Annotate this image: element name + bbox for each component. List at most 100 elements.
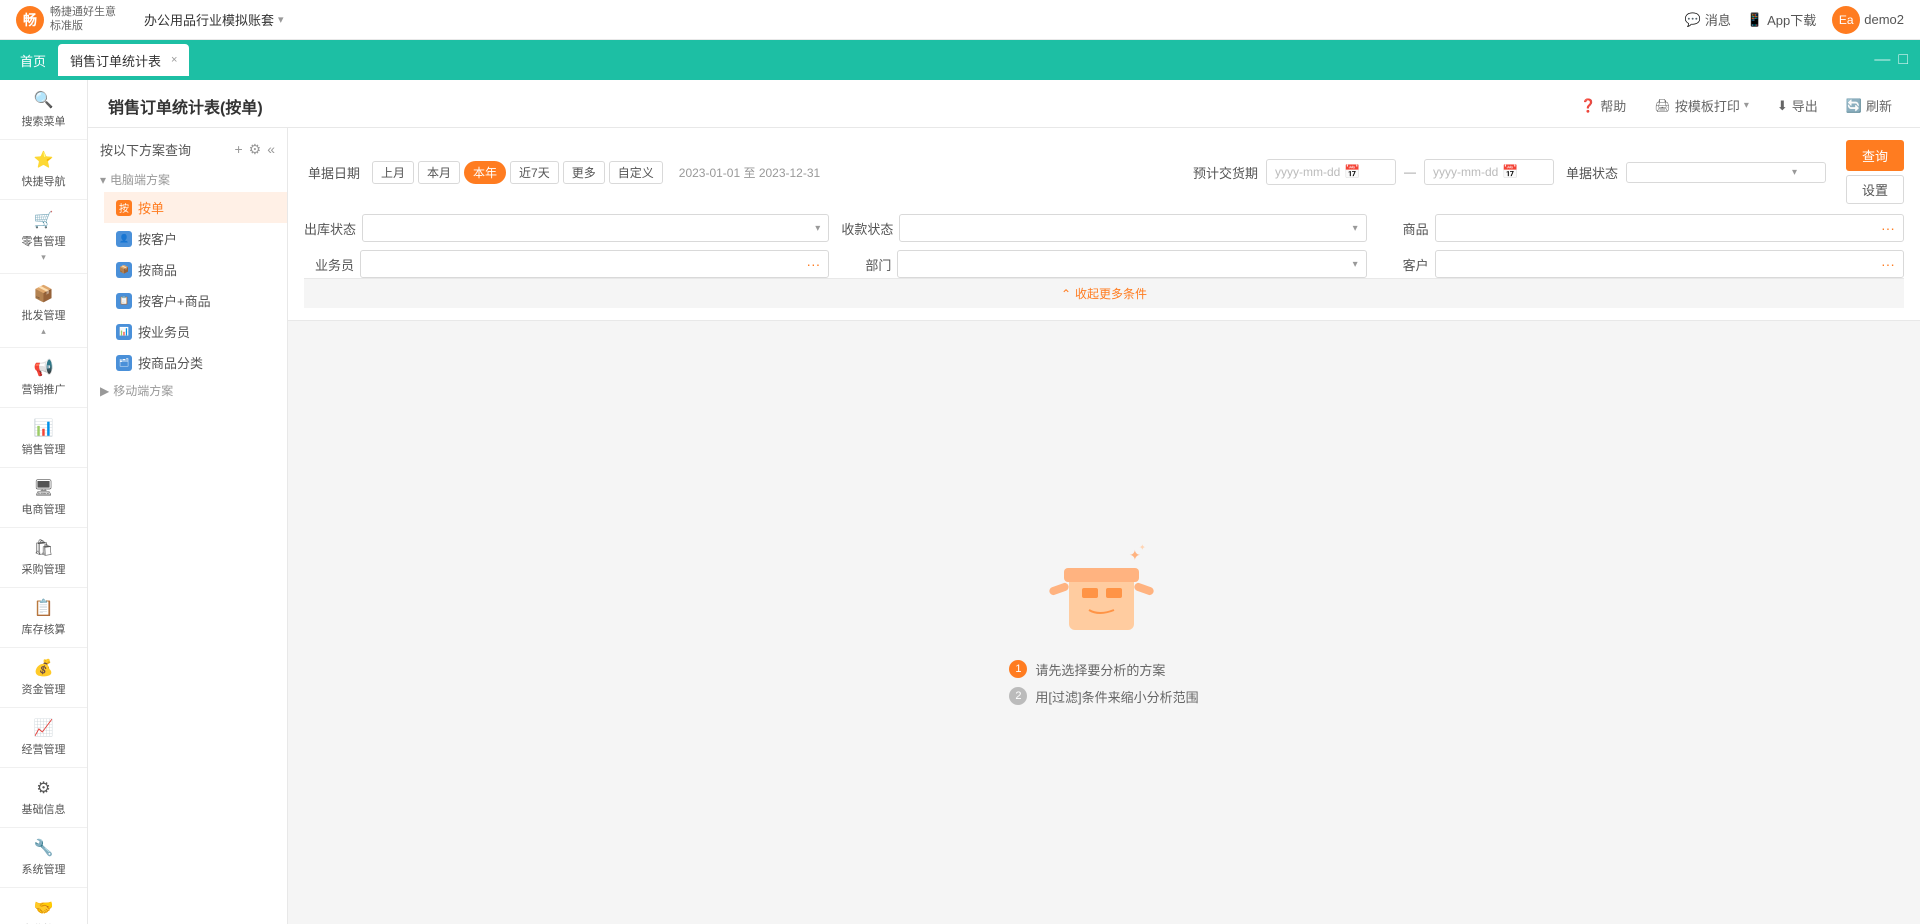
- date-range-separator: —: [1404, 165, 1416, 179]
- filter-area: 单据日期 上月 本月 本年 近7天 更多 自定义 2023-01-01 至 20…: [288, 128, 1920, 321]
- date-btn-last-month[interactable]: 上月: [372, 161, 414, 184]
- tree-item-by-customer-goods[interactable]: 📋 按客户+商品: [104, 285, 287, 316]
- salesman-input[interactable]: ···: [360, 250, 829, 278]
- tree-item-icon-customer-goods: 📋: [116, 293, 132, 309]
- sidebar-item-ecommerce[interactable]: 🖥 电商管理: [0, 468, 87, 528]
- mobile-section-arrow-icon: ▶: [100, 384, 109, 398]
- customer-more-icon[interactable]: ···: [1881, 256, 1895, 272]
- tree-item-icon-order: 按: [116, 200, 132, 216]
- export-icon: ⬇: [1777, 98, 1788, 114]
- sidebar-item-finance[interactable]: 💰 资金管理: [0, 648, 87, 708]
- status-select[interactable]: ▾: [1626, 162, 1826, 183]
- tree-item-by-category[interactable]: 🗂 按商品分类: [104, 347, 287, 378]
- help-button[interactable]: ❓ 帮助: [1572, 92, 1634, 119]
- breadcrumb-arrow-icon[interactable]: ▾: [278, 13, 284, 26]
- salesman-more-icon[interactable]: ···: [806, 256, 820, 272]
- sidebar-item-inventory[interactable]: 📋 库存核算: [0, 588, 87, 648]
- marketing-icon: 📢: [34, 358, 54, 378]
- customer-label: 客户: [1379, 255, 1429, 274]
- collapse-arrow-icon: ⌃: [1061, 287, 1071, 301]
- collapse-panel-button[interactable]: «: [267, 141, 275, 158]
- sidebar-item-search[interactable]: 🔍 搜索菜单: [0, 80, 87, 140]
- export-button[interactable]: ⬇ 导出: [1769, 92, 1826, 119]
- goods-more-icon[interactable]: ···: [1881, 220, 1895, 236]
- salesman-label: 业务员: [304, 255, 354, 274]
- hint-num-1: 1: [1009, 660, 1027, 678]
- app-download-button[interactable]: 📱 App下载: [1747, 10, 1816, 29]
- print-arrow-icon: ▾: [1744, 100, 1749, 111]
- mobile-section-label: 移动端方案: [113, 382, 173, 399]
- main-layout: 🔍 搜索菜单 ⭐ 快捷导航 🛒 零售管理 ▾ 📦 批发管理 ▴ 📢 营销推广 📊…: [0, 80, 1920, 924]
- hint-text-1: 请先选择要分析的方案: [1035, 660, 1165, 679]
- tree-item-icon-customer: 👤: [116, 231, 132, 247]
- date-btn-more[interactable]: 更多: [563, 161, 605, 184]
- home-tab-label: 首页: [20, 51, 46, 70]
- page-title: 销售订单统计表(按单): [108, 94, 263, 118]
- tab-close-icon[interactable]: ×: [171, 54, 177, 66]
- customer-input[interactable]: ···: [1435, 250, 1904, 278]
- date-btn-7days[interactable]: 近7天: [510, 161, 559, 184]
- sidebar-item-wholesale[interactable]: 📦 批发管理 ▴: [0, 274, 87, 348]
- status-label: 单据状态: [1562, 163, 1618, 182]
- delivery-date-start-input[interactable]: yyyy-mm-dd 📅: [1266, 159, 1396, 185]
- sidebar-item-system[interactable]: 🔧 系统管理: [0, 828, 87, 888]
- department-select[interactable]: ▾: [897, 250, 1366, 278]
- tab-maximize-button[interactable]: □: [1898, 51, 1908, 69]
- delivery-date-end-input[interactable]: yyyy-mm-dd 📅: [1424, 159, 1554, 185]
- print-button[interactable]: 🖨 按模板打印 ▾: [1646, 92, 1757, 119]
- empty-hint-1: 1 请先选择要分析的方案: [1009, 660, 1198, 679]
- filter-cell-salesman: 业务员 ···: [304, 250, 829, 278]
- status-arrow-icon: ▾: [1792, 167, 1797, 178]
- tree-item-by-goods[interactable]: 📦 按商品: [104, 254, 287, 285]
- left-panel-header: 按以下方案查询 + ⚙ «: [88, 136, 287, 167]
- settings-button[interactable]: 设置: [1846, 175, 1904, 204]
- tree-item-icon-salesman: 📊: [116, 324, 132, 340]
- goods-input[interactable]: ···: [1435, 214, 1904, 242]
- tab-minimize-button[interactable]: —: [1874, 51, 1890, 69]
- top-header: 畅 畅捷通好生意 标准版 办公用品行业模拟账套 ▾ 💬 消息 📱 App下载 E…: [0, 0, 1920, 40]
- basic-icon: ⚙: [36, 778, 50, 798]
- payment-label: 收款状态: [841, 219, 893, 238]
- sidebar-item-basic[interactable]: ⚙ 基础信息: [0, 768, 87, 828]
- filter-row-other: 业务员 ··· 部门 ▾: [304, 250, 1904, 278]
- content-area: 销售订单统计表(按单) ❓ 帮助 🖨 按模板打印 ▾ ⬇ 导出 🔄 刷新: [88, 80, 1920, 924]
- date-btn-custom[interactable]: 自定义: [609, 161, 663, 184]
- enterprise-icon: 🤝: [34, 898, 54, 918]
- retail-icon: 🛒: [34, 210, 54, 230]
- delivery-date-calendar-icon: 📅: [1344, 164, 1360, 180]
- sidebar-item-quicknav[interactable]: ⭐ 快捷导航: [0, 140, 87, 200]
- tab-sales-stats[interactable]: 销售订单统计表 ×: [58, 44, 189, 76]
- hint-text-2: 用[过滤]条件来缩小分析范围: [1035, 687, 1198, 706]
- tab-home[interactable]: 首页: [8, 44, 58, 76]
- sidebar-item-enterprise[interactable]: 🤝 企业协同: [0, 888, 87, 924]
- sidebar-item-purchase[interactable]: 🛍 采购管理: [0, 528, 87, 588]
- delivery-status-select[interactable]: ▾: [362, 214, 829, 242]
- user-menu[interactable]: Ea demo2: [1832, 6, 1904, 34]
- date-btn-this-year[interactable]: 本年: [464, 161, 506, 184]
- tree-item-by-salesman[interactable]: 📊 按业务员: [104, 316, 287, 347]
- query-button[interactable]: 查询: [1846, 140, 1904, 171]
- add-scheme-button[interactable]: +: [234, 141, 242, 158]
- refresh-button[interactable]: 🔄 刷新: [1838, 92, 1900, 119]
- filter-cell-customer: 客户 ···: [1379, 250, 1904, 278]
- page-actions: ❓ 帮助 🖨 按模板打印 ▾ ⬇ 导出 🔄 刷新: [1572, 92, 1900, 119]
- delivery-date-label: 预计交货期: [1193, 163, 1258, 182]
- delivery-status-arrow-icon: ▾: [815, 223, 820, 234]
- date-btn-this-month[interactable]: 本月: [418, 161, 460, 184]
- filter-row-status: 出库状态 ▾ 收款状态 ▾: [304, 214, 1904, 242]
- sidebar-item-marketing[interactable]: 📢 营销推广: [0, 348, 87, 408]
- collapse-more-conditions-button[interactable]: ⌃ 收起更多条件: [304, 278, 1904, 308]
- mobile-section-header[interactable]: ▶ 移动端方案: [88, 378, 287, 403]
- sidebar: 🔍 搜索菜单 ⭐ 快捷导航 🛒 零售管理 ▾ 📦 批发管理 ▴ 📢 营销推广 📊…: [0, 80, 88, 924]
- tree-item-by-order[interactable]: 按 按单: [104, 192, 287, 223]
- help-icon: ❓: [1580, 98, 1596, 114]
- department-label: 部门: [841, 255, 891, 274]
- sidebar-item-sales[interactable]: 📊 销售管理: [0, 408, 87, 468]
- payment-status-select[interactable]: ▾: [899, 214, 1366, 242]
- sidebar-item-operations[interactable]: 📈 经营管理: [0, 708, 87, 768]
- tree-item-by-customer[interactable]: 👤 按客户: [104, 223, 287, 254]
- desktop-section-header[interactable]: ▾ 电脑端方案: [88, 167, 287, 192]
- settings-scheme-button[interactable]: ⚙: [249, 141, 262, 158]
- message-button[interactable]: 💬 消息: [1685, 10, 1731, 29]
- sidebar-item-retail[interactable]: 🛒 零售管理 ▾: [0, 200, 87, 274]
